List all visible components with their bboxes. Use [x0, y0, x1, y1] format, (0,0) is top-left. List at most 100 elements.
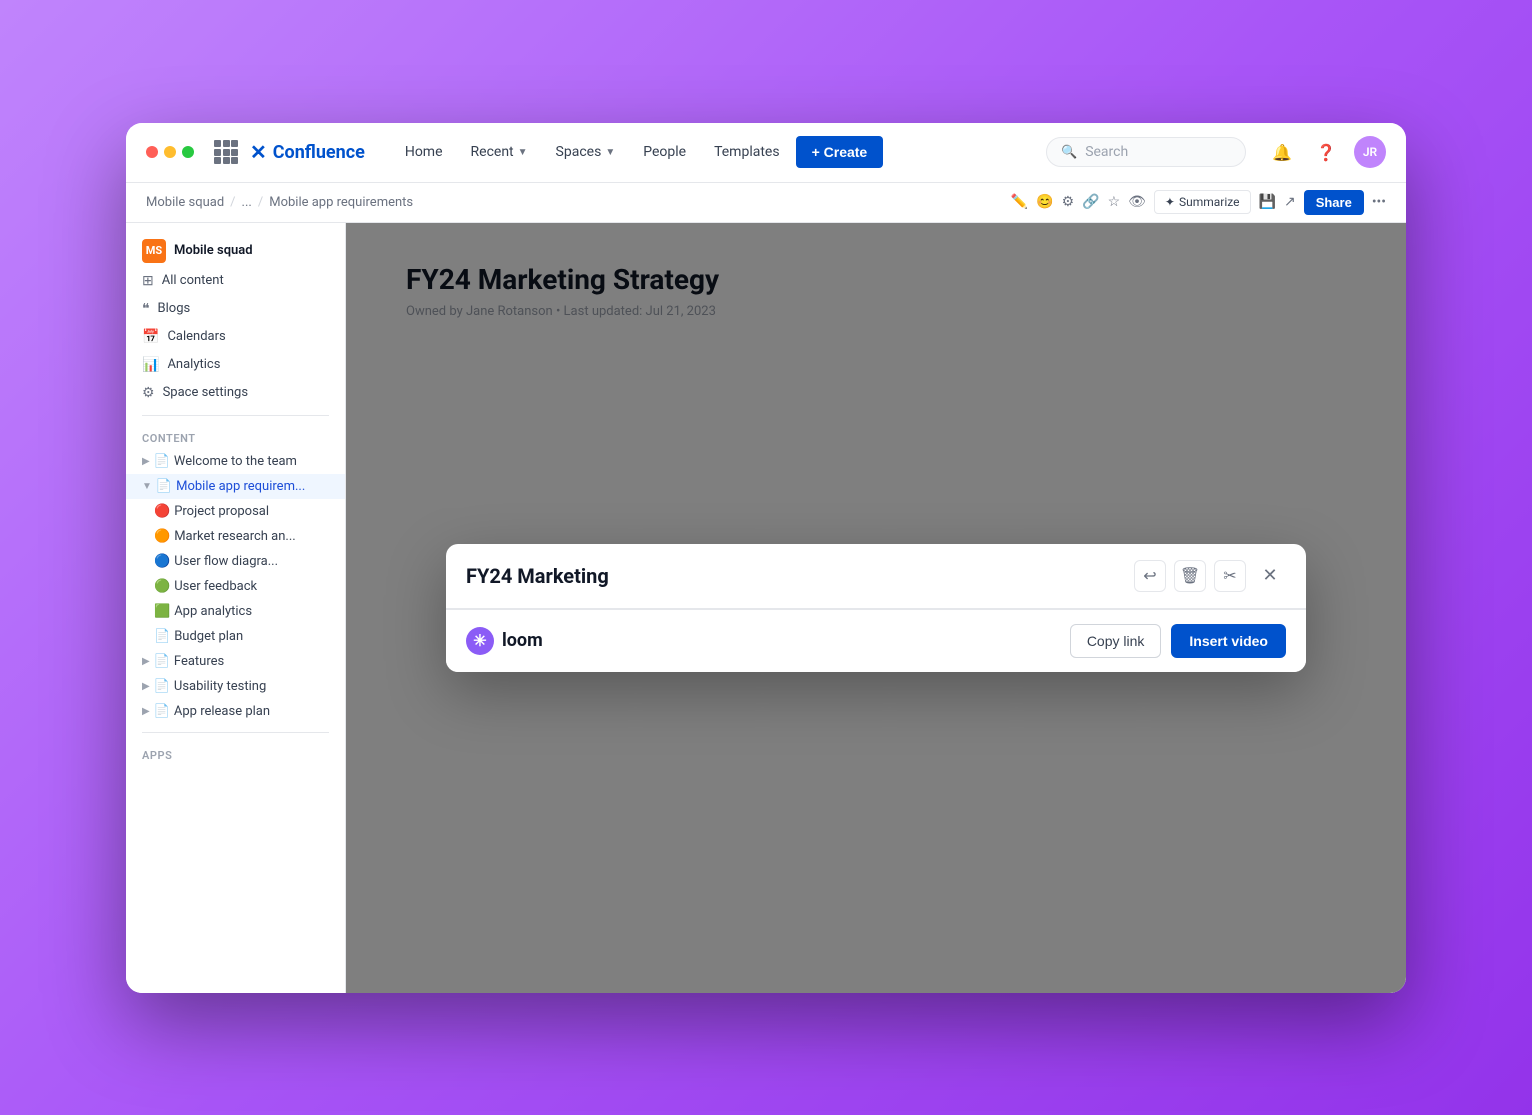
star-icon[interactable]: ☆ — [1108, 194, 1121, 210]
create-button[interactable]: + Create — [796, 136, 884, 168]
sidebar-space-header[interactable]: MS Mobile squad — [126, 235, 345, 267]
loom-logo: ✳ loom — [466, 627, 543, 655]
modal-title: FY24 Marketing — [466, 564, 609, 588]
delete-button[interactable]: 🗑 — [1174, 560, 1206, 592]
page-icon-doc: 📄 — [154, 679, 170, 694]
sidebar-divider — [142, 415, 329, 416]
space-name: Mobile squad — [174, 243, 253, 258]
sidebar-tree-welcome[interactable]: ▶ 📄 Welcome to the team — [126, 449, 345, 474]
space-icon: MS — [142, 239, 166, 263]
edit-icon[interactable]: ✏️ — [1011, 194, 1028, 210]
chevron-down-icon: ▼ — [142, 481, 152, 492]
sidebar-item-analytics[interactable]: 📊 Analytics — [126, 351, 345, 379]
search-icon: 🔍 — [1061, 145, 1077, 160]
modal-overlay: FY24 Marketing ↩ 🗑 ✂ ✕ — [346, 223, 1406, 993]
confluence-logo-text: Confluence — [273, 142, 365, 163]
breadcrumb-sep2: / — [258, 195, 263, 210]
nav-recent[interactable]: Recent ▼ — [459, 138, 540, 166]
chevron-right-icon: ▶ — [142, 456, 150, 467]
nav-home[interactable]: Home — [393, 138, 455, 166]
nav-icons: 🔔 ❓ JR — [1266, 136, 1386, 168]
sidebar: MS Mobile squad ⊞ All content ❝ Blogs 📅 … — [126, 223, 346, 993]
analytics-icon: 📊 — [142, 357, 159, 373]
page-icon: 📄 — [156, 479, 172, 494]
sidebar-tree-mobile-app[interactable]: ▼ 📄 Mobile app requirem... — [126, 474, 345, 499]
help-icon[interactable]: ❓ — [1310, 136, 1342, 168]
breadcrumb-parent: ... — [242, 195, 252, 210]
nav-links: Home Recent ▼ Spaces ▼ People Templates … — [393, 136, 1038, 168]
undo-button[interactable]: ↩ — [1134, 560, 1166, 592]
modal-footer: ✳ loom Copy link Insert video — [446, 609, 1306, 672]
nav-templates[interactable]: Templates — [702, 138, 792, 166]
copy-link-button[interactable]: Copy link — [1070, 624, 1162, 658]
sidebar-item-space-settings[interactable]: ⚙ Space settings — [126, 379, 345, 407]
user-avatar[interactable]: JR — [1354, 136, 1386, 168]
page-icon-red: 🔴 — [154, 504, 170, 519]
grid-icon[interactable] — [214, 140, 238, 164]
page-icon-doc: 📄 — [154, 704, 170, 719]
chevron-right-icon: ▶ — [142, 706, 150, 717]
top-nav: ✕ Confluence Home Recent ▼ Spaces ▼ Peop… — [126, 123, 1406, 183]
loom-modal: FY24 Marketing ↩ 🗑 ✂ ✕ — [446, 544, 1306, 672]
minimize-dot[interactable] — [164, 146, 176, 158]
breadcrumb-sep: / — [230, 195, 235, 210]
modal-header: FY24 Marketing ↩ 🗑 ✂ ✕ — [446, 544, 1306, 609]
toolbar-right: ✏️ 😊 ⚙ 🔗 ☆ 👁 ✦ Summarize 💾 ↗ Share ••• — [1011, 190, 1386, 215]
share-button[interactable]: Share — [1304, 190, 1364, 215]
calendar-icon: 📅 — [142, 329, 159, 345]
modal-actions: ↩ 🗑 ✂ ✕ — [1134, 560, 1286, 592]
apps-section-label: APPS — [126, 741, 345, 766]
nav-people[interactable]: People — [631, 138, 698, 166]
maximize-dot[interactable] — [182, 146, 194, 158]
insert-video-button[interactable]: Insert video — [1171, 624, 1286, 658]
sidebar-tree-budget-plan[interactable]: 📄 Budget plan — [126, 624, 345, 649]
sidebar-tree-user-feedback[interactable]: 🟢 User feedback — [126, 574, 345, 599]
search-bar[interactable]: 🔍 Search — [1046, 137, 1246, 167]
chevron-right-icon: ▶ — [142, 656, 150, 667]
sidebar-tree-market-research[interactable]: 🟠 Market research an... — [126, 524, 345, 549]
page-content: FY24 Marketing Strategy Owned by Jane Ro… — [346, 223, 1406, 993]
more-options-icon[interactable]: ••• — [1372, 194, 1386, 210]
sidebar-tree-features[interactable]: ▶ 📄 Features — [126, 649, 345, 674]
page-icon-doc: 📄 — [154, 629, 170, 644]
gear-icon: ⚙ — [142, 385, 155, 401]
link-icon[interactable]: 🔗 — [1082, 194, 1099, 210]
sidebar-tree-user-flow[interactable]: 🔵 User flow diagra... — [126, 549, 345, 574]
external-link-icon[interactable]: ↗ — [1284, 194, 1296, 210]
page-icon-square-green: 🟩 — [154, 604, 170, 619]
save-icon[interactable]: 💾 — [1259, 194, 1276, 210]
sidebar-item-all-content[interactable]: ⊞ All content — [126, 267, 345, 295]
close-dot[interactable] — [146, 146, 158, 158]
sidebar-tree-usability[interactable]: ▶ 📄 Usability testing — [126, 674, 345, 699]
sidebar-tree-project-proposal[interactable]: 🔴 Project proposal — [126, 499, 345, 524]
close-button[interactable]: ✕ — [1254, 560, 1286, 592]
page-icon-doc: 📄 — [154, 654, 170, 669]
cut-button[interactable]: ✂ — [1214, 560, 1246, 592]
summarize-button[interactable]: ✦ Summarize — [1154, 190, 1251, 214]
logo: ✕ Confluence — [250, 140, 365, 164]
loom-asterisk-icon: ✳ — [466, 627, 494, 655]
chevron-down-icon: ▼ — [605, 147, 615, 158]
page-icon-blue: 🔵 — [154, 554, 170, 569]
second-toolbar: Mobile squad / ... / Mobile app requirem… — [126, 183, 1406, 223]
breadcrumb: Mobile squad / ... / Mobile app requirem… — [146, 195, 1003, 210]
modal-footer-actions: Copy link Insert video — [1070, 624, 1286, 658]
page-icon-orange: 🟠 — [154, 529, 170, 544]
sidebar-tree-app-release[interactable]: ▶ 📄 App release plan — [126, 699, 345, 724]
notifications-icon[interactable]: 🔔 — [1266, 136, 1298, 168]
chevron-down-icon: ▼ — [518, 147, 528, 158]
sidebar-item-calendars[interactable]: 📅 Calendars — [126, 323, 345, 351]
settings-icon[interactable]: ⚙ — [1062, 194, 1075, 210]
sidebar-divider-2 — [142, 732, 329, 733]
emoji-icon[interactable]: 😊 — [1036, 194, 1053, 210]
main-content: MS Mobile squad ⊞ All content ❝ Blogs 📅 … — [126, 223, 1406, 993]
nav-spaces[interactable]: Spaces ▼ — [544, 138, 628, 166]
blog-icon: ❝ — [142, 301, 150, 317]
view-icon[interactable]: 👁 — [1128, 194, 1146, 210]
page-icon-green: 🟢 — [154, 579, 170, 594]
browser-window: ✕ Confluence Home Recent ▼ Spaces ▼ Peop… — [126, 123, 1406, 993]
window-controls — [146, 146, 194, 158]
content-section-label: CONTENT — [126, 424, 345, 449]
sidebar-tree-app-analytics[interactable]: 🟩 App analytics — [126, 599, 345, 624]
sidebar-item-blogs[interactable]: ❝ Blogs — [126, 295, 345, 323]
